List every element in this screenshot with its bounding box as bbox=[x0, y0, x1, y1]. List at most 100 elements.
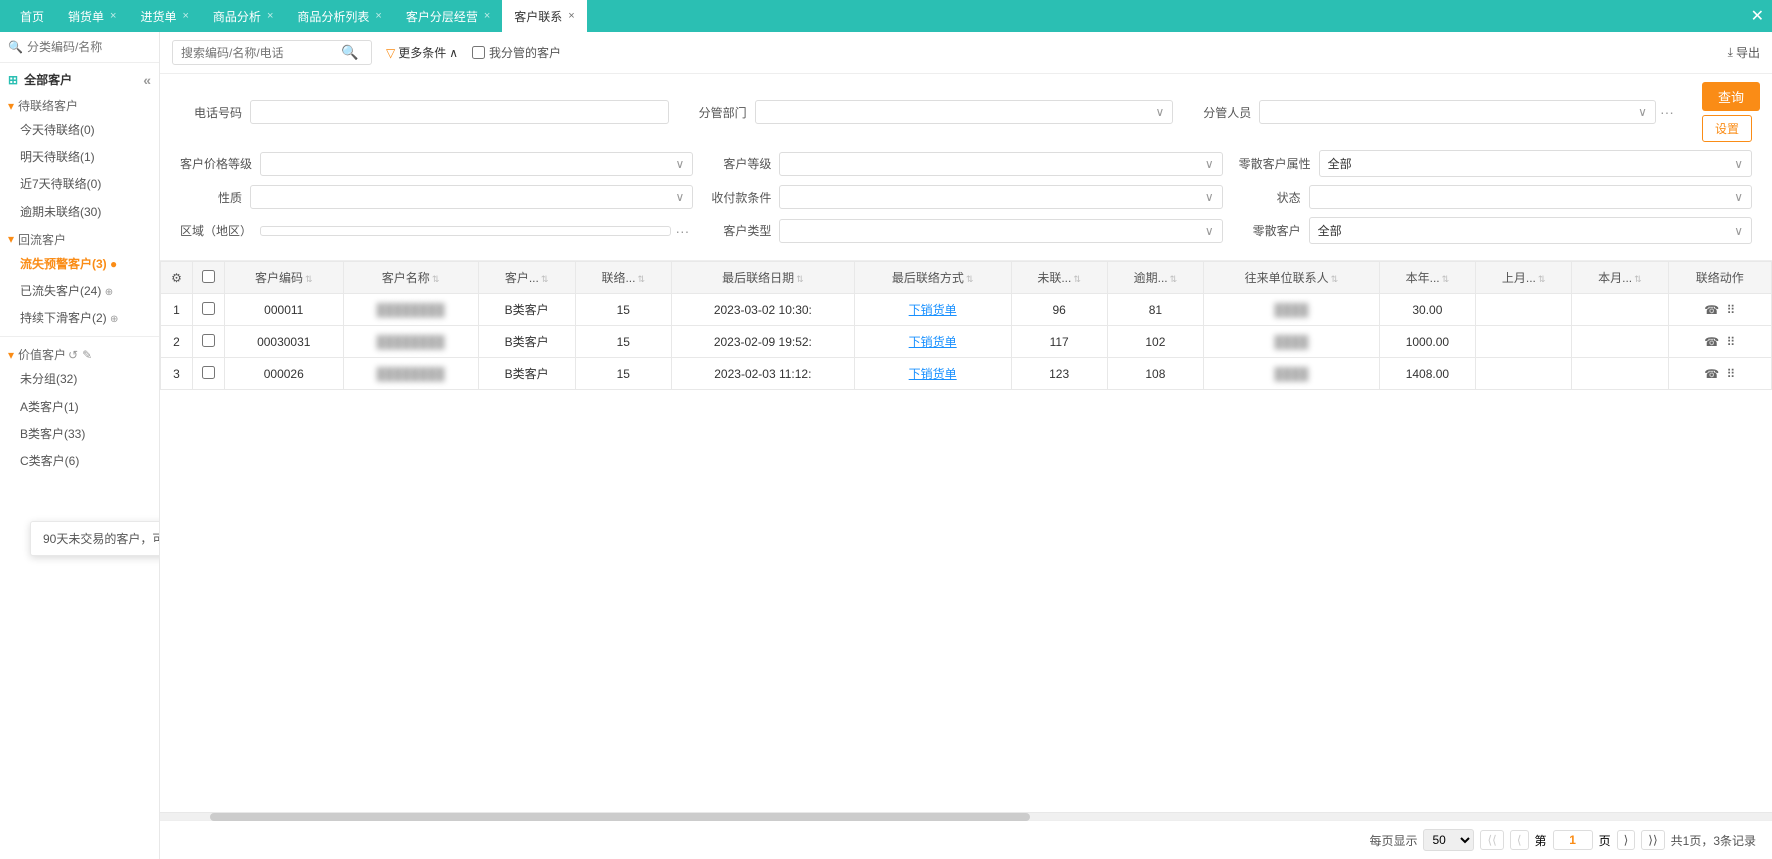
sidebar-item-tomorrow[interactable]: 明天待联络(1) bbox=[0, 144, 159, 171]
row2-more-icon[interactable]: ⠿ bbox=[1727, 335, 1736, 349]
th-this-month[interactable]: 本月...⇅ bbox=[1572, 262, 1668, 294]
sidebar-search-bar: 🔍 bbox=[0, 32, 159, 63]
scrollbar-thumb[interactable] bbox=[210, 813, 1030, 821]
th-last-date[interactable]: 最后联络日期⇅ bbox=[671, 262, 854, 294]
more-conditions-button[interactable]: ▽ 更多条件 ∧ bbox=[380, 41, 464, 64]
sidebar-group-pending[interactable]: ▾ 待联络客户 bbox=[0, 92, 159, 117]
tab-product-analysis-close[interactable]: × bbox=[267, 10, 273, 22]
my-customers-checkbox[interactable] bbox=[472, 46, 485, 59]
phone-input[interactable] bbox=[250, 100, 669, 124]
select-all-checkbox[interactable] bbox=[202, 270, 215, 283]
search-button[interactable]: 🔍 bbox=[341, 44, 358, 61]
horizontal-scrollbar[interactable] bbox=[160, 812, 1772, 820]
query-button[interactable]: 查询 bbox=[1702, 82, 1760, 111]
row1-checkbox[interactable] bbox=[193, 294, 225, 326]
customer-type-select[interactable]: ∨ bbox=[779, 219, 1222, 243]
th-unit-contact[interactable]: 往来单位联系人⇅ bbox=[1204, 262, 1380, 294]
settings-button[interactable]: 设置 bbox=[1702, 115, 1752, 142]
manager-select[interactable]: ∨ bbox=[1259, 100, 1656, 124]
row2-method[interactable]: 下销货单 bbox=[854, 326, 1011, 358]
tab-purchase[interactable]: 进货单 × bbox=[128, 0, 200, 32]
tab-product-analysis[interactable]: 商品分析 × bbox=[201, 0, 285, 32]
sidebar-item-ungroup[interactable]: 未分组(32) bbox=[0, 366, 159, 393]
sidebar-item-a-class[interactable]: A类客户(1) bbox=[0, 394, 159, 421]
close-all-tabs[interactable]: ✕ bbox=[1751, 6, 1764, 26]
row3-action-icons[interactable]: ☎ ⠿ bbox=[1702, 367, 1737, 381]
tab-sales[interactable]: 销货单 × bbox=[56, 0, 128, 32]
my-customers-checkbox-wrap[interactable]: 我分管的客户 bbox=[472, 44, 561, 61]
sidebar-item-week[interactable]: 近7天待联络(0) bbox=[0, 171, 159, 198]
row1-more-icon[interactable]: ⠿ bbox=[1727, 303, 1736, 317]
row3-method[interactable]: 下销货单 bbox=[854, 358, 1011, 390]
page-input[interactable] bbox=[1553, 830, 1593, 850]
row1-unlisted: 96 bbox=[1011, 294, 1107, 326]
sidebar-item-churn-warning[interactable]: 流失预警客户(3) ● bbox=[0, 251, 159, 278]
sidebar-item-c-class[interactable]: C类客户(6) bbox=[0, 448, 159, 475]
nature-select[interactable]: ∨ bbox=[250, 185, 693, 209]
row2-checkbox[interactable] bbox=[193, 326, 225, 358]
row1-action-icons[interactable]: ☎ ⠿ bbox=[1702, 303, 1737, 317]
retail-customer-select[interactable]: 全部 ∨ bbox=[1309, 217, 1752, 244]
th-year-amount[interactable]: 本年...⇅ bbox=[1379, 262, 1475, 294]
sidebar-collapse-btn[interactable]: « bbox=[143, 72, 151, 88]
th-name[interactable]: 客户名称⇅ bbox=[343, 262, 478, 294]
filter-retail-attr: 零散客户属性 全部 ∨ bbox=[1231, 150, 1760, 177]
sidebar-group-value[interactable]: ▾ 价值客户 ↺ ✎ bbox=[0, 341, 159, 366]
filter-region: 区域（地区） ··· bbox=[172, 222, 701, 239]
th-overdue[interactable]: 逾期...⇅ bbox=[1107, 262, 1203, 294]
th-settings[interactable]: ⚙ bbox=[161, 262, 193, 294]
row1-method[interactable]: 下销货单 bbox=[854, 294, 1011, 326]
sidebar-search-input[interactable] bbox=[27, 40, 160, 54]
sidebar-item-declining[interactable]: 持续下滑客户(2) ⊕ bbox=[0, 305, 159, 332]
th-unlisted[interactable]: 未联...⇅ bbox=[1011, 262, 1107, 294]
sidebar-item-churned[interactable]: 已流失客户(24) ⊕ bbox=[0, 278, 159, 305]
sidebar-item-overdue[interactable]: 逾期未联络(30) bbox=[0, 199, 159, 226]
sidebar-group-retention[interactable]: ▾ 回流客户 bbox=[0, 226, 159, 251]
region-more-btn[interactable]: ··· bbox=[671, 223, 693, 239]
dept-select[interactable]: ∨ bbox=[755, 100, 1174, 124]
payment-select[interactable]: ∨ bbox=[779, 185, 1222, 209]
row3-checkbox[interactable] bbox=[193, 358, 225, 390]
tab-purchase-close[interactable]: × bbox=[182, 10, 188, 22]
sidebar-item-today[interactable]: 今天待联络(0) bbox=[0, 117, 159, 144]
row3-contact-icon[interactable]: ☎ bbox=[1704, 367, 1719, 381]
sidebar-root[interactable]: ⊞ 全部客户 « bbox=[0, 63, 159, 92]
status-select[interactable]: ∨ bbox=[1309, 185, 1752, 209]
row3-more-icon[interactable]: ⠿ bbox=[1727, 367, 1736, 381]
th-last-month[interactable]: 上月...⇅ bbox=[1476, 262, 1572, 294]
tab-customer-tier-close[interactable]: × bbox=[484, 10, 490, 22]
next-page-btn[interactable]: ⟩ bbox=[1617, 830, 1636, 850]
tab-home[interactable]: 首页 bbox=[8, 0, 56, 32]
tab-customer-contact-close[interactable]: × bbox=[568, 10, 574, 22]
tab-product-list[interactable]: 商品分析列表 × bbox=[285, 0, 393, 32]
prev-page-btn[interactable]: ⟨ bbox=[1510, 830, 1529, 850]
row2-action-icons[interactable]: ☎ ⠿ bbox=[1702, 335, 1737, 349]
th-checkbox[interactable] bbox=[193, 262, 225, 294]
th-last-method[interactable]: 最后联络方式⇅ bbox=[854, 262, 1011, 294]
customer-grade-select[interactable]: ∨ bbox=[779, 152, 1222, 176]
th-code[interactable]: 客户编码⇅ bbox=[225, 262, 344, 294]
refresh-icon[interactable]: ↺ bbox=[68, 348, 78, 362]
row3-check[interactable] bbox=[202, 366, 215, 379]
tab-customer-tier[interactable]: 客户分层经营 × bbox=[394, 0, 502, 32]
search-input[interactable] bbox=[181, 46, 341, 60]
row1-check[interactable] bbox=[202, 302, 215, 315]
export-button[interactable]: ⤓ 导出 bbox=[1728, 44, 1760, 61]
manager-more-btn[interactable]: ··· bbox=[1656, 104, 1678, 120]
per-page-select[interactable]: 50 100 bbox=[1423, 829, 1474, 851]
retail-attr-select[interactable]: 全部 ∨ bbox=[1319, 150, 1752, 177]
tab-sales-close[interactable]: × bbox=[110, 10, 116, 22]
region-select[interactable] bbox=[260, 226, 671, 236]
th-customer-type[interactable]: 客户...⇅ bbox=[478, 262, 575, 294]
row2-check[interactable] bbox=[202, 334, 215, 347]
edit-icon[interactable]: ✎ bbox=[82, 348, 92, 362]
th-contact-count[interactable]: 联络...⇅ bbox=[575, 262, 671, 294]
row1-contact-icon[interactable]: ☎ bbox=[1704, 303, 1719, 317]
tab-product-list-close[interactable]: × bbox=[375, 10, 381, 22]
tab-customer-contact[interactable]: 客户联系 × bbox=[502, 0, 586, 32]
first-page-btn[interactable]: ⟨⟨ bbox=[1480, 830, 1503, 850]
row2-contact-icon[interactable]: ☎ bbox=[1704, 335, 1719, 349]
price-grade-select[interactable]: ∨ bbox=[260, 152, 693, 176]
sidebar-item-b-class[interactable]: B类客户(33) bbox=[0, 421, 159, 448]
last-page-btn[interactable]: ⟩⟩ bbox=[1641, 830, 1664, 850]
